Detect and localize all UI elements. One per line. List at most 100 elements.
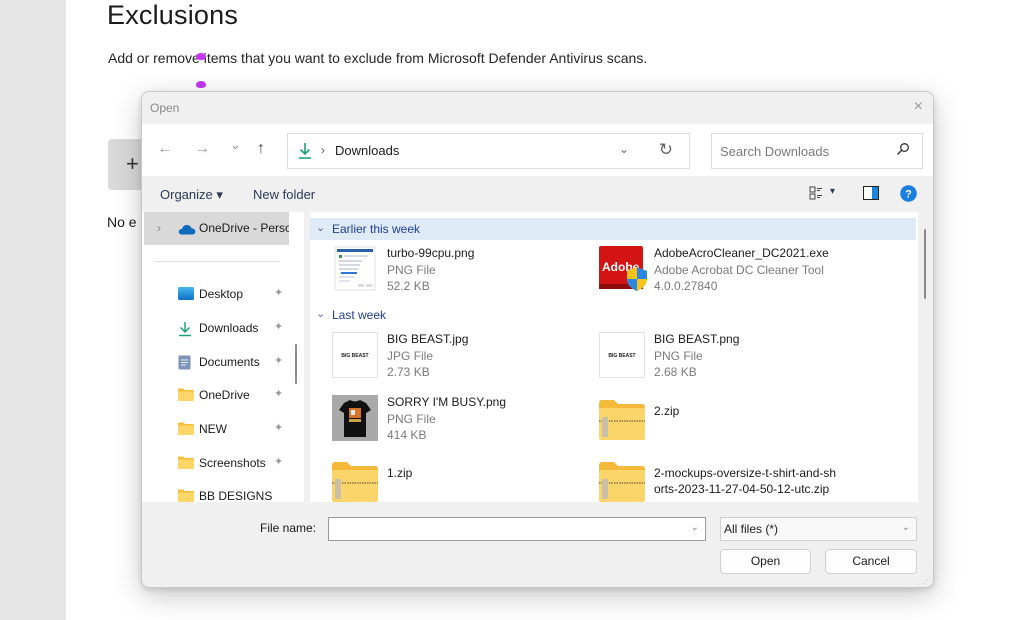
onedrive-cloud-icon (178, 222, 196, 240)
documents-icon (178, 355, 191, 375)
page-title: Exclusions (107, 0, 239, 30)
file-size: 52.2 KB (387, 279, 430, 293)
preview-pane-icon[interactable] (863, 186, 879, 205)
file-name-input[interactable]: ⌄ (328, 517, 706, 541)
file-list-scrollbar[interactable] (918, 212, 933, 502)
left-rail (0, 0, 66, 620)
sidebar-item-onedrive-personal[interactable]: › OneDrive - Personal (144, 212, 289, 245)
file-name: BIG BEAST.jpg (387, 332, 469, 346)
file-size: 2.68 KB (654, 365, 697, 379)
sidebar-item-label: Documents (199, 355, 260, 369)
sidebar-scrollbar[interactable] (295, 344, 297, 384)
navigation-bar: ← → ⌄ ↑ › Downloads ⌄ ↻ Search Downloads (142, 124, 933, 176)
cursor-marker-icon (196, 81, 206, 88)
navigation-pane: › OneDrive - Personal Desktop ✦ Download… (142, 212, 304, 503)
breadcrumb-downloads[interactable]: Downloads (335, 143, 399, 158)
group-label: Earlier this week (332, 222, 421, 236)
svg-text:BIG BEAST: BIG BEAST (608, 353, 635, 359)
file-version: 4.0.0.27840 (654, 279, 718, 293)
sidebar-item-label: Desktop (199, 287, 244, 301)
pin-icon: ✦ (274, 355, 284, 367)
sidebar-item-label: Screenshots (199, 456, 266, 470)
file-type-select[interactable]: All files (*) ⌄ (720, 517, 917, 541)
back-arrow-icon[interactable]: ← (157, 140, 173, 158)
address-dropdown-icon[interactable]: ⌄ (619, 142, 629, 156)
chevron-down-icon: ⌄ (901, 522, 910, 533)
cursor-marker-icon (196, 53, 206, 60)
sidebar-item-label: BB DESIGNS (199, 489, 273, 503)
sidebar-item-label: OneDrive (199, 388, 250, 402)
expand-chevron-icon[interactable]: › (157, 221, 161, 235)
collapse-chevron-icon: ⌄ (316, 222, 326, 234)
sidebar-item-label: OneDrive - Personal (199, 221, 289, 235)
folder-icon (178, 456, 194, 474)
sidebar-item-documents[interactable]: Documents ✦ (178, 352, 290, 374)
pin-icon: ✦ (274, 321, 284, 333)
file-name: AdobeAcroCleaner_DC2021.exe (654, 246, 829, 260)
file-item[interactable]: Adobe AdobeAcroCleaner_DC2021.exe Adobe … (599, 246, 859, 300)
zip-folder-icon (599, 400, 645, 446)
open-button[interactable]: Open (720, 549, 811, 574)
search-box[interactable]: Search Downloads (711, 133, 923, 169)
file-name-label: File name: (260, 521, 317, 535)
cancel-button[interactable]: Cancel (825, 549, 917, 574)
file-name: SORRY I'M BUSY.png (387, 395, 507, 409)
up-arrow-icon[interactable]: ↑ (257, 140, 265, 158)
download-icon (298, 142, 312, 165)
address-bar[interactable]: › Downloads ⌄ ↻ (287, 133, 690, 169)
file-type: Adobe Acrobat DC Cleaner Tool (654, 263, 824, 277)
pin-icon: ✦ (274, 456, 284, 468)
sidebar-item-label: Downloads (199, 321, 259, 335)
file-name: 2-mockups-oversize-t-shirt-and-sh (654, 466, 837, 480)
file-item[interactable]: BIG BEAST BIG BEAST.jpg JPG File 2.73 KB (332, 332, 592, 386)
file-size: 414 KB (387, 428, 427, 442)
scrollbar-thumb[interactable] (924, 229, 926, 299)
open-file-dialog: Open × ← → ⌄ ↑ › Downloads ⌄ ↻ Search Do… (141, 91, 934, 588)
file-list: ⌄ Earlier this week turbo-99cpu.png PNG … (310, 212, 918, 502)
sidebar-item-desktop[interactable]: Desktop ✦ (178, 284, 290, 306)
sidebar-item-screenshots[interactable]: Screenshots ✦ (178, 453, 290, 475)
pin-icon: ✦ (274, 422, 284, 434)
download-icon (178, 321, 192, 342)
folder-icon (178, 422, 194, 440)
file-item[interactable]: turbo-99cpu.png PNG File 52.2 KB (332, 246, 592, 300)
view-dropdown-icon[interactable]: ▾ (830, 186, 835, 197)
plus-icon: + (126, 151, 139, 176)
file-name: BIG BEAST.png (654, 332, 740, 346)
svg-text:BIG BEAST: BIG BEAST (341, 353, 368, 359)
tshirt-thumbnail-icon (332, 395, 378, 441)
desktop-icon (178, 287, 194, 305)
file-item[interactable]: BIG BEAST BIG BEAST.png PNG File 2.68 KB (599, 332, 859, 386)
folder-icon (178, 388, 194, 406)
file-item[interactable]: 2.zip (599, 400, 859, 454)
file-item[interactable]: SORRY I'M BUSY.png PNG File 414 KB (332, 395, 592, 449)
file-name: 1.zip (387, 466, 413, 480)
file-name-continued: orts-2023-11-27-04-50-12-utc.zip (654, 482, 830, 496)
close-icon[interactable]: × (914, 98, 923, 116)
help-icon[interactable]: ? (900, 185, 917, 207)
resize-grip-icon[interactable]: ⋰ (923, 576, 931, 585)
image-thumbnail-icon (332, 246, 378, 292)
recent-locations-chevron-icon[interactable]: ⌄ (230, 137, 241, 153)
file-type: PNG File (387, 412, 436, 426)
refresh-icon[interactable]: ↻ (659, 140, 673, 160)
organize-menu[interactable]: Organize ▾ (160, 187, 223, 203)
forward-arrow-icon[interactable]: → (194, 140, 210, 158)
file-name: turbo-99cpu.png (387, 246, 475, 260)
sidebar-item-downloads[interactable]: Downloads ✦ (178, 318, 290, 340)
sidebar-item-onedrive[interactable]: OneDrive ✦ (178, 385, 290, 407)
dialog-title: Open (150, 101, 180, 115)
file-type-value: All files (*) (724, 522, 779, 536)
pin-icon: ✦ (274, 287, 284, 299)
group-header-last-week[interactable]: ⌄ Last week (310, 304, 916, 326)
new-folder-button[interactable]: New folder (253, 187, 315, 202)
dialog-titlebar: Open × (142, 92, 933, 124)
adobe-installer-icon: Adobe (599, 246, 647, 292)
dialog-footer: File name: ⌄ All files (*) ⌄ Open Cancel… (142, 502, 933, 587)
chevron-down-icon[interactable]: ⌄ (691, 522, 699, 533)
view-options-icon[interactable] (809, 186, 823, 205)
sidebar-item-new[interactable]: NEW ✦ (178, 419, 290, 441)
group-header-earlier-this-week[interactable]: ⌄ Earlier this week (310, 218, 916, 240)
search-icon[interactable] (896, 142, 910, 161)
collapse-chevron-icon: ⌄ (316, 308, 326, 320)
